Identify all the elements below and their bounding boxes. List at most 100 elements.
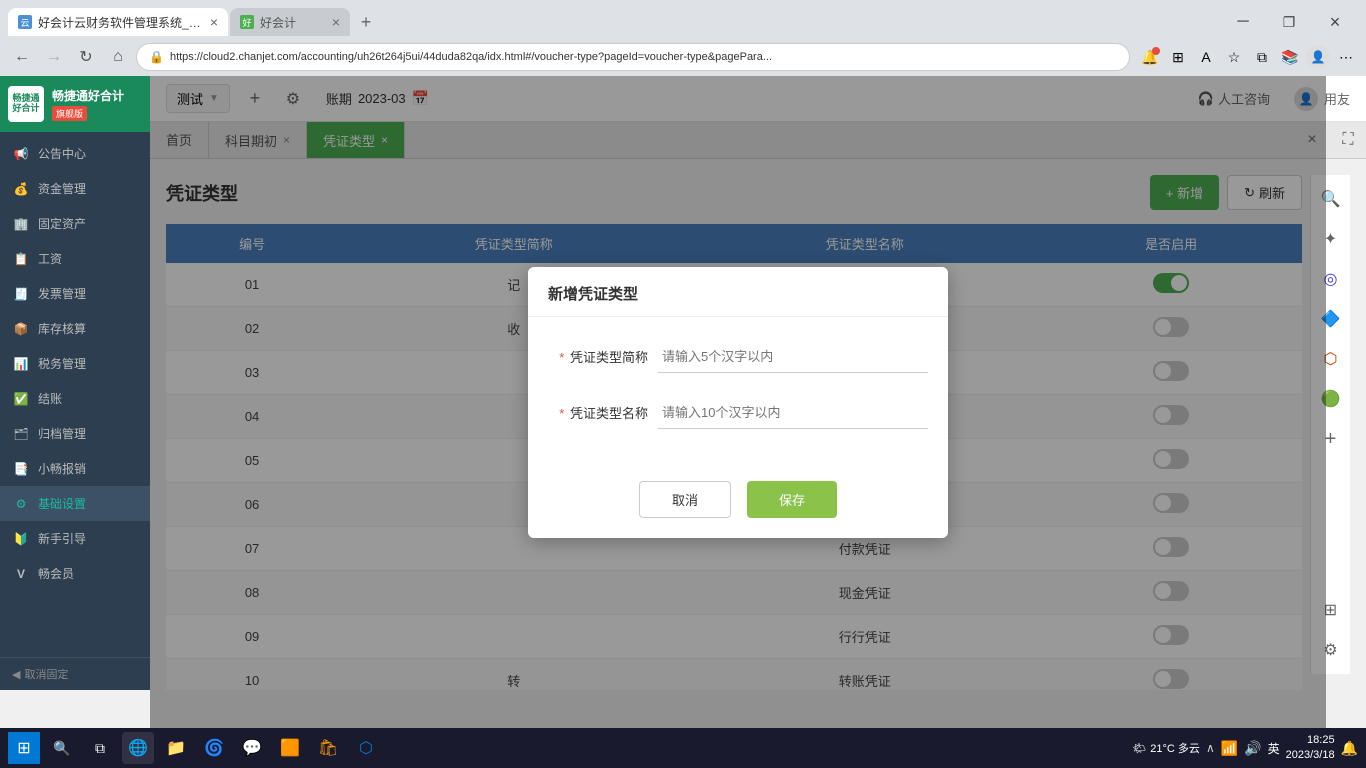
user-name: 用友 — [1324, 89, 1350, 108]
sidebar-item-guide[interactable]: 🔰 新手引导 — [0, 521, 150, 556]
sidebar-item-vip[interactable]: V 畅会员 — [0, 556, 150, 591]
tab1-favicon: 云 — [18, 15, 32, 29]
sidebar-item-label: 基础设置 — [38, 495, 86, 512]
panel-expand-button[interactable]: ⛶ — [1330, 122, 1366, 158]
more-icon[interactable]: ⋯ — [1334, 45, 1358, 69]
invoice-icon: 🧾 — [12, 287, 30, 301]
full-name-label: * 凭证类型名称 — [548, 403, 648, 422]
sidebar-item-archive[interactable]: 🗂 归档管理 — [0, 416, 150, 451]
sidebar-item-report[interactable]: 📑 小畅报销 — [0, 451, 150, 486]
tab2-close-icon[interactable]: × — [332, 14, 340, 30]
taskbar-clock[interactable]: 18:25 2023/3/18 — [1286, 733, 1335, 764]
sidebar-item-invoice[interactable]: 🧾 发票管理 — [0, 276, 150, 311]
vip-icon: V — [12, 567, 30, 581]
sidebar-item-label: 新手引导 — [38, 530, 86, 547]
sys-up-arrow[interactable]: ∧ — [1206, 741, 1215, 755]
wifi-icon[interactable]: 📶 — [1221, 740, 1238, 757]
tax-icon: 📊 — [12, 357, 30, 371]
taskbar-store-icon[interactable]: 🛍 — [312, 732, 344, 764]
taskbar-multitask-icon[interactable]: ⧉ — [84, 732, 116, 764]
full-name-input[interactable] — [658, 397, 928, 429]
address-bar: ← → ↻ ⌂ 🔒 https://cloud2.chanjet.com/acc… — [0, 38, 1366, 76]
window-close-button[interactable]: × — [1312, 6, 1358, 38]
clock-date: 2023/3/18 — [1286, 748, 1335, 763]
language-label: 英 — [1268, 740, 1280, 757]
save-button[interactable]: 保存 — [747, 481, 837, 518]
reload-button[interactable]: ↻ — [72, 43, 100, 71]
checkout-icon: ✅ — [12, 392, 30, 406]
modal-footer: 取消 保存 — [528, 469, 948, 538]
taskbar-wechat-icon[interactable]: 💬 — [236, 732, 268, 764]
sidebar-item-inventory[interactable]: 📦 库存核算 — [0, 311, 150, 346]
brand-info: 畅捷通好合计 旗舰版 — [52, 87, 124, 121]
sidebar-item-fund[interactable]: 💰 资金管理 — [0, 171, 150, 206]
weather-info: 🌤 21°C 多云 — [1132, 740, 1200, 756]
sidebar-item-announcement[interactable]: 📢 公告中心 — [0, 136, 150, 171]
forward-button[interactable]: → — [40, 43, 68, 71]
new-tab-button[interactable]: + — [352, 8, 380, 36]
lock-icon: 🔒 — [149, 50, 164, 64]
start-button[interactable]: ⊞ — [8, 732, 40, 764]
sidebar-item-label: 工资 — [38, 250, 62, 267]
tab2-favicon: 好 — [240, 15, 254, 29]
taskbar-folder-icon[interactable]: 📁 — [160, 732, 192, 764]
sidebar-item-label: 小畅报销 — [38, 460, 86, 477]
sidebar-item-checkout[interactable]: ✅ 结账 — [0, 381, 150, 416]
notification-bell-icon[interactable]: 🔔 — [1341, 740, 1358, 757]
modal-overlay: 新增凭证类型 * 凭证类型简称 * 凭证类型名称 取消 保存 — [150, 76, 1326, 728]
sidebar-item-tax[interactable]: 📊 税务管理 — [0, 346, 150, 381]
short-name-label: * 凭证类型简称 — [548, 347, 648, 366]
tab-1[interactable]: 云 好会计云财务软件管理系统_会计 × — [8, 8, 228, 36]
tab1-title: 好会计云财务软件管理系统_会计 — [38, 14, 204, 31]
brand-name: 畅捷通好合计 — [52, 87, 124, 104]
tab1-close-icon[interactable]: × — [210, 14, 218, 30]
inventory-icon: 📦 — [12, 322, 30, 336]
sidebar-item-salary[interactable]: 📋 工资 — [0, 241, 150, 276]
speaker-icon[interactable]: 🔊 — [1244, 740, 1261, 757]
sidebar-item-label: 资金管理 — [38, 180, 86, 197]
taskbar-edge2-icon[interactable]: ⬡ — [350, 732, 382, 764]
required-mark1: * — [559, 350, 564, 365]
required-mark2: * — [559, 406, 564, 421]
tab-2[interactable]: 好 好会计 × — [230, 8, 350, 36]
extension-icon1[interactable]: ⊞ — [1166, 45, 1190, 69]
home-button[interactable]: ⌂ — [104, 43, 132, 71]
sidebar-item-label: 畅会员 — [38, 565, 74, 582]
window-restore-button[interactable]: ❐ — [1266, 6, 1312, 38]
short-name-input[interactable] — [658, 341, 928, 373]
url-text: https://cloud2.chanjet.com/accounting/uh… — [170, 51, 1117, 63]
fixed-assets-icon: 🏢 — [12, 217, 30, 231]
unpin-label: 取消固定 — [24, 666, 68, 682]
sidebar-scroll: 📢 公告中心 💰 资金管理 🏢 固定资产 📋 工资 🧾 发票管理 📦 库 — [0, 132, 150, 657]
sidebar-item-fixed-assets[interactable]: 🏢 固定资产 — [0, 206, 150, 241]
sidebar: 畅捷通 好合计 畅捷通好合计 旗舰版 📢 公告中心 💰 资金管理 🏢 固定资产 — [0, 76, 150, 690]
bookmark-icon[interactable]: ☆ — [1222, 45, 1246, 69]
address-input[interactable]: 🔒 https://cloud2.chanjet.com/accounting/… — [136, 43, 1130, 71]
sidebar-unpin[interactable]: ◀ 取消固定 — [0, 657, 150, 690]
taskbar-search-icon[interactable]: 🔍 — [46, 732, 78, 764]
sidebar-item-label: 结账 — [38, 390, 62, 407]
taskbar: ⊞ 🔍 ⧉ 🌐 📁 🌀 💬 🟧 🛍 ⬡ 🌤 21°C 多云 ∧ 📶 🔊 英 18… — [0, 728, 1366, 768]
cancel-button[interactable]: 取消 — [639, 481, 731, 518]
taskbar-apps-icon[interactable]: 🟧 — [274, 732, 306, 764]
collections-icon[interactable]: 📚 — [1278, 45, 1302, 69]
taskbar-edge-icon[interactable]: 🌀 — [198, 732, 230, 764]
taskbar-browser-icon[interactable]: 🌐 — [122, 732, 154, 764]
split-icon[interactable]: ⧉ — [1250, 45, 1274, 69]
report-icon: 📑 — [12, 462, 30, 476]
fund-icon: 💰 — [12, 182, 30, 196]
settings-icon: ⚙ — [12, 497, 30, 511]
translate-icon[interactable]: A — [1194, 45, 1218, 69]
window-minimize-button[interactable]: ─ — [1220, 6, 1266, 38]
profile-icon[interactable]: 👤 — [1306, 45, 1330, 69]
sidebar-item-settings[interactable]: ⚙ 基础设置 — [0, 486, 150, 521]
brand-logo: 畅捷通 好合计 — [8, 86, 44, 122]
clock-time: 18:25 — [1286, 733, 1335, 748]
weather-text: 21°C 多云 — [1150, 740, 1200, 756]
notification-icon[interactable]: 🔔 — [1138, 45, 1162, 69]
modal-title: 新增凭证类型 — [548, 283, 638, 304]
tab2-title: 好会计 — [260, 14, 326, 31]
announcement-icon: 📢 — [12, 147, 30, 161]
full-name-row: * 凭证类型名称 — [548, 397, 928, 429]
back-button[interactable]: ← — [8, 43, 36, 71]
